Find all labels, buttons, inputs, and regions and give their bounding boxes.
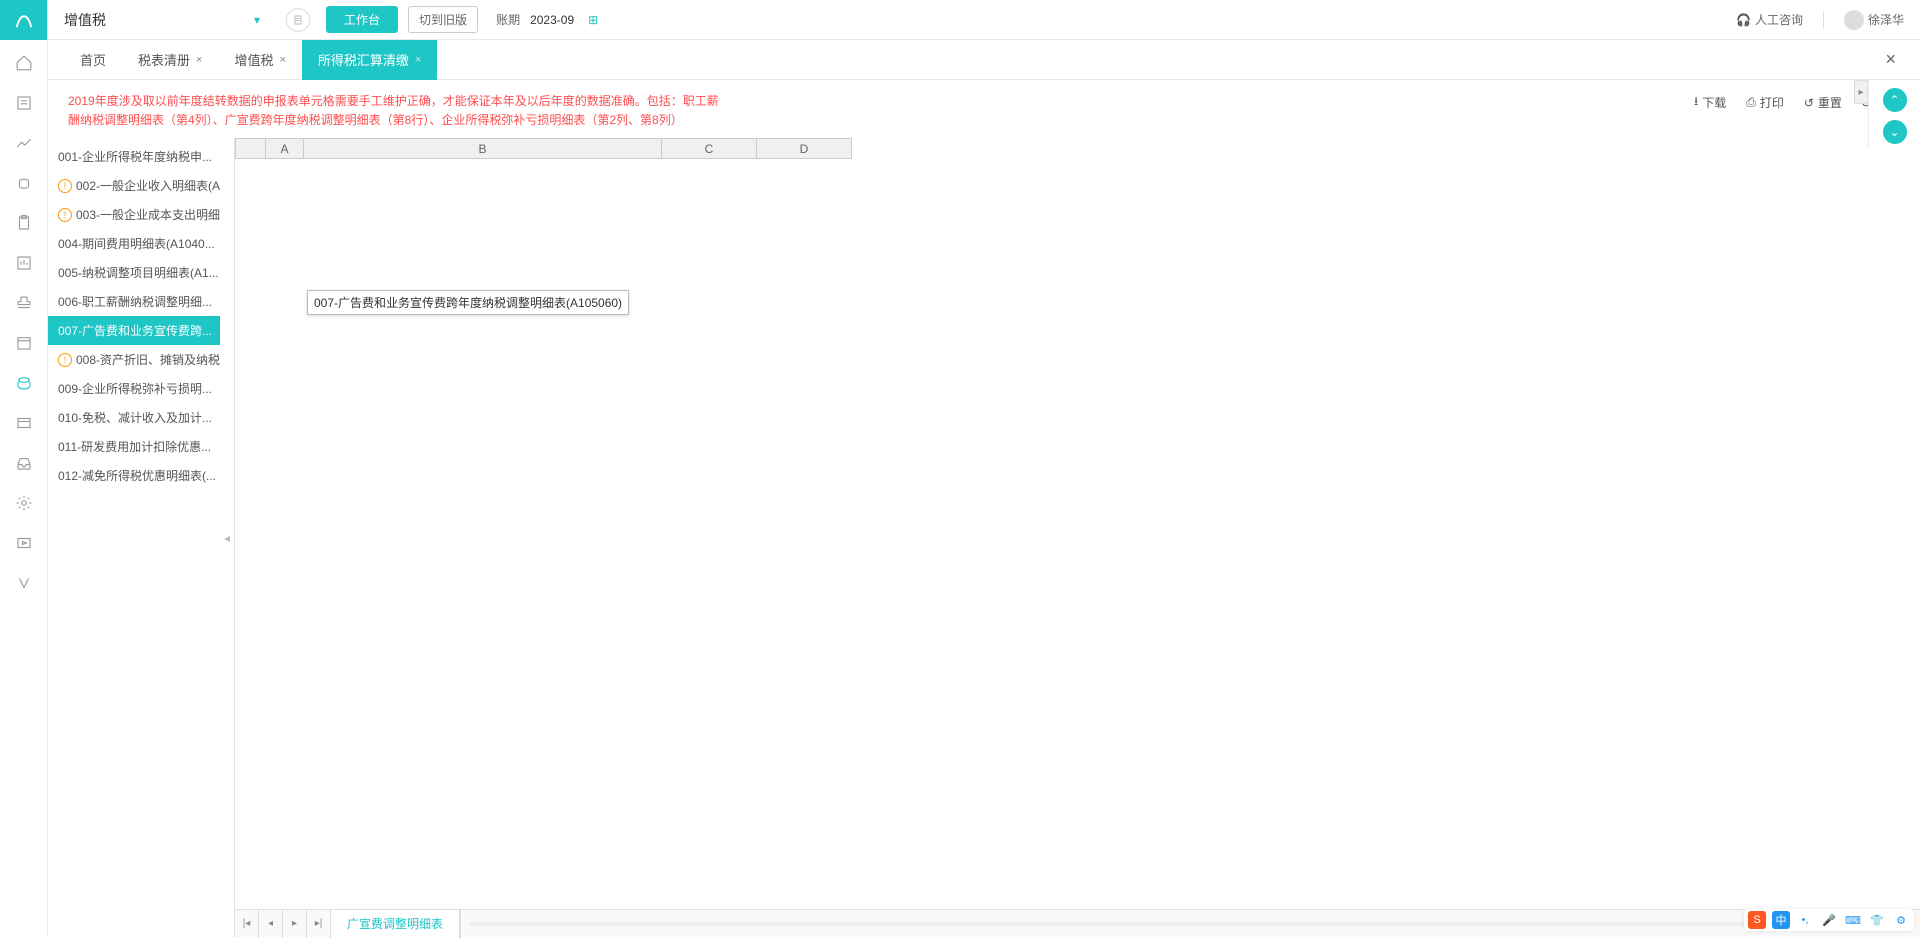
form-list-item[interactable]: 004-期间费用明细表(A1040... <box>48 229 220 258</box>
archive-icon[interactable] <box>13 412 35 434</box>
print-icon: ⎙ <box>1746 95 1756 110</box>
period-value: 2023-09 <box>530 13 574 27</box>
tab-close-icon[interactable]: × <box>415 54 421 66</box>
settings-icon[interactable] <box>13 492 35 514</box>
tab-label: 增值税 <box>234 50 273 69</box>
tab-close-icon[interactable]: × <box>279 54 285 66</box>
year-down-icon[interactable]: ⌄ <box>1883 120 1907 144</box>
spreadsheet: ABCD 007-广告费和业务宣传费跨年度纳税调整明细表(A105060) |◂… <box>234 138 1920 937</box>
ime-keyboard-icon[interactable]: ⌨ <box>1844 911 1862 929</box>
avatar-icon <box>1844 10 1864 30</box>
form-list-item[interactable]: 002-一般企业收入明细表(A... <box>48 171 220 200</box>
calendar-icon[interactable] <box>13 332 35 354</box>
workbench-button[interactable]: 工作台 <box>326 6 398 33</box>
print-button[interactable]: ⎙打印 <box>1746 94 1784 111</box>
module-title: 增值税 <box>64 10 204 30</box>
year-up-icon[interactable]: ⌃ <box>1883 88 1907 112</box>
warning-message: 2019年度涉及取以前年度结转数据的申报表单元格需要手工维护正确，才能保证本年及… <box>68 92 728 130</box>
tax-icon[interactable] <box>13 372 35 394</box>
form-list-item[interactable]: 007-广告费和业务宣传费跨... <box>48 316 220 345</box>
finance-icon[interactable] <box>13 172 35 194</box>
tab-1[interactable]: 税表清册 × <box>122 40 218 80</box>
form-list-item[interactable]: 010-免税、减计收入及加计... <box>48 403 220 432</box>
tabs-bar: 首页 税表清册 × 增值税 × 所得税汇算清缴 × × <box>48 40 1920 80</box>
sheet-last-icon[interactable]: ▸| <box>307 910 331 938</box>
tab-3[interactable]: 所得税汇算清缴 × <box>302 40 437 80</box>
form-list-item[interactable]: 008-资产折旧、摊销及纳税... <box>48 345 220 374</box>
sheet-first-icon[interactable]: |◂ <box>235 910 259 938</box>
video-icon[interactable] <box>13 532 35 554</box>
form-list: 001-企业所得税年度纳税申...002-一般企业收入明细表(A...003-一… <box>48 138 220 937</box>
reset-icon: ↺ <box>1804 96 1814 110</box>
panel-collapse-icon[interactable]: ◂ <box>220 138 234 937</box>
close-all-tabs-icon[interactable]: × <box>1877 49 1904 70</box>
form-list-item[interactable]: 009-企业所得税弥补亏损明... <box>48 374 220 403</box>
form-list-item[interactable]: 001-企业所得税年度纳税申... <box>48 142 220 171</box>
sheet-bottom-bar: |◂ ◂ ▸ ▸| 广宣费调整明细表 <box>235 909 1920 937</box>
ime-skin-icon[interactable]: 👕 <box>1868 911 1886 929</box>
ime-lang-icon[interactable]: 中 <box>1772 911 1790 929</box>
col-header[interactable]: A <box>266 139 304 159</box>
sheet-prev-icon[interactable]: ◂ <box>259 910 283 938</box>
form-list-item[interactable]: 003-一般企业成本支出明细... <box>48 200 220 229</box>
form-list-item[interactable]: 012-减免所得税优惠明细表(... <box>48 461 220 490</box>
consult-link[interactable]: 🎧 人工咨询 <box>1736 11 1803 28</box>
clipboard-icon[interactable] <box>13 212 35 234</box>
ime-mic-icon[interactable]: 🎤 <box>1820 911 1838 929</box>
col-header[interactable]: B <box>304 139 662 159</box>
left-sidebar <box>0 0 48 937</box>
headset-icon: 🎧 <box>1736 13 1751 27</box>
form-list-item[interactable]: 006-职工薪酬纳税调整明细... <box>48 287 220 316</box>
ime-logo-icon[interactable]: S <box>1748 911 1766 929</box>
tab-2[interactable]: 增值税 × <box>218 40 301 80</box>
ledger-icon[interactable] <box>13 92 35 114</box>
home-icon[interactable] <box>13 52 35 74</box>
username: 徐泽华 <box>1868 11 1904 28</box>
tab-label: 首页 <box>80 50 106 69</box>
ime-punct-icon[interactable]: •, <box>1796 911 1814 929</box>
v-icon[interactable] <box>13 572 35 594</box>
col-header[interactable]: D <box>757 139 852 159</box>
stamp-icon[interactable] <box>13 292 35 314</box>
chevron-down-icon[interactable]: ▾ <box>254 13 260 27</box>
tab-label: 所得税汇算清缴 <box>318 50 409 69</box>
download-icon: ⭳ <box>1694 92 1698 113</box>
calendar-picker-icon[interactable]: ⊞ <box>588 13 598 27</box>
app-logo[interactable] <box>0 0 47 40</box>
sheet-next-icon[interactable]: ▸ <box>283 910 307 938</box>
chart-icon[interactable] <box>13 132 35 154</box>
horizontal-scrollbar[interactable] <box>469 919 1912 929</box>
top-header: 增值税 ▾ 工作台 切到旧版 账期 2023-09 ⊞ 🎧 人工咨询 徐泽华 <box>48 0 1920 40</box>
switch-old-button[interactable]: 切到旧版 <box>408 6 478 33</box>
col-header[interactable]: C <box>662 139 757 159</box>
inbox-icon[interactable] <box>13 452 35 474</box>
tab-0[interactable]: 首页 <box>64 40 122 80</box>
report-icon[interactable] <box>13 252 35 274</box>
year-rail-toggle-icon[interactable]: ▸ <box>1854 80 1868 104</box>
ime-toolbox-icon[interactable]: ⚙ <box>1892 911 1910 929</box>
download-button[interactable]: ⭳下载 <box>1694 92 1726 113</box>
doc-icon[interactable] <box>286 8 310 32</box>
form-list-item[interactable]: 011-研发费用加计扣除优惠... <box>48 432 220 461</box>
user-menu[interactable]: 徐泽华 <box>1844 10 1904 30</box>
year-rail: ⌃ ⌄ <box>1868 80 1920 148</box>
period-label: 账期 <box>496 11 520 28</box>
tab-label: 税表清册 <box>138 50 190 69</box>
cell-tooltip: 007-广告费和业务宣传费跨年度纳税调整明细表(A105060) <box>307 290 629 315</box>
sheet-tab[interactable]: 广宣费调整明细表 <box>331 910 460 938</box>
ime-bar: S 中 •, 🎤 ⌨ 👕 ⚙ <box>1744 909 1914 931</box>
form-list-item[interactable]: 005-纳税调整项目明细表(A1... <box>48 258 220 287</box>
reset-button[interactable]: ↺重置 <box>1804 94 1842 111</box>
tab-close-icon[interactable]: × <box>196 54 202 66</box>
